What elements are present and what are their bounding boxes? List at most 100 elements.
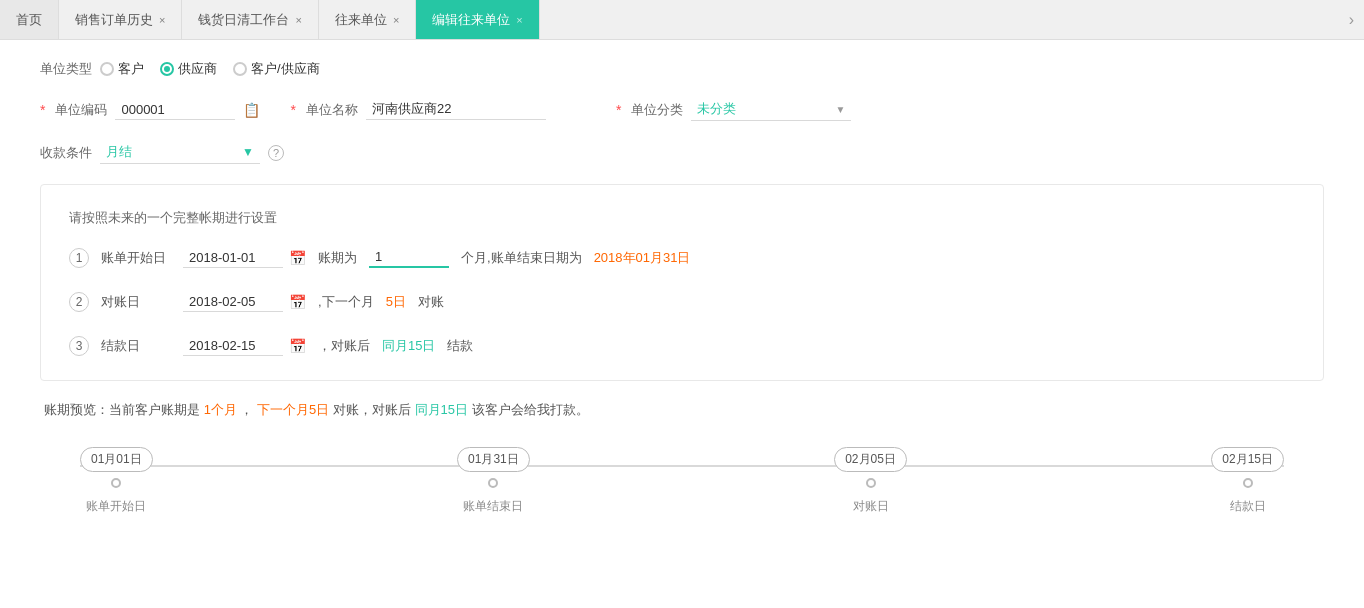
timeline-dot-1 bbox=[488, 478, 498, 488]
period-row-2: 2 对账日 📅 ,下一个月5日 对账 bbox=[69, 292, 1295, 312]
unit-code-field: * 单位编码 📋 bbox=[40, 100, 260, 120]
timeline-sublabel-3: 结款日 bbox=[1230, 498, 1266, 515]
payment-condition-value: 月结 bbox=[106, 143, 238, 161]
unit-category-required: * bbox=[616, 102, 621, 118]
preview-period-months: 1个月 bbox=[204, 402, 237, 417]
radio-supplier-label: 供应商 bbox=[178, 60, 217, 78]
period-label-3: 结款日 bbox=[101, 337, 171, 355]
payment-condition-field: 收款条件 月结 ▼ ? bbox=[40, 141, 284, 164]
unit-name-label: 单位名称 bbox=[306, 101, 358, 119]
help-icon[interactable]: ? bbox=[268, 145, 284, 161]
date-payment-icon[interactable]: 📅 bbox=[289, 338, 306, 354]
tab-sales-order-close[interactable]: × bbox=[159, 14, 165, 26]
period-label-1: 账单开始日 bbox=[101, 249, 171, 267]
date-reconcile-wrap: 📅 bbox=[183, 292, 306, 312]
timeline-point-3: 02月15日 结款日 bbox=[1211, 447, 1284, 515]
timeline-point-2: 02月05日 对账日 bbox=[834, 447, 907, 515]
period-row-1: 1 账单开始日 📅 账期为 个月,账单结束日期为 2018年01月31日 bbox=[69, 247, 1295, 268]
tab-bar: 首页 销售订单历史 × 钱货日清工作台 × 往来单位 × 编辑往来单位 × › bbox=[0, 0, 1364, 40]
timeline-sublabel-0: 账单开始日 bbox=[86, 498, 146, 515]
unit-category-field: * 单位分类 未分类 ▼ bbox=[616, 98, 851, 121]
radio-both-circle bbox=[233, 62, 247, 76]
unit-type-field: 单位类型 客户 供应商 客户/供应商 bbox=[40, 60, 320, 78]
unit-info-row: * 单位编码 📋 * 单位名称 * 单位分类 未分类 ▼ bbox=[40, 98, 1324, 121]
timeline-badge-2: 02月05日 bbox=[834, 447, 907, 472]
payment-condition-row: 收款条件 月结 ▼ ? bbox=[40, 141, 1324, 164]
unit-name-field: * 单位名称 bbox=[290, 100, 545, 120]
tab-partner-label: 往来单位 bbox=[335, 11, 387, 29]
payment-condition-select[interactable]: 月结 ▼ bbox=[100, 141, 260, 164]
timeline-point-0: 01月01日 账单开始日 bbox=[80, 447, 153, 515]
unit-code-required: * bbox=[40, 102, 45, 118]
period-reconcile-suffix: 对账 bbox=[418, 293, 444, 311]
unit-type-label: 单位类型 bbox=[40, 60, 92, 78]
tab-edit-partner-close[interactable]: × bbox=[516, 14, 522, 26]
timeline-badge-0: 01月01日 bbox=[80, 447, 153, 472]
months-input[interactable] bbox=[369, 247, 449, 268]
period-box: 请按照未来的一个完整帐期进行设置 1 账单开始日 📅 账期为 个月,账单结束日期… bbox=[40, 184, 1324, 381]
preview-middle2: 对账，对账后 bbox=[333, 402, 411, 417]
tab-partner-close[interactable]: × bbox=[393, 14, 399, 26]
preview-payment-day: 同月15日 bbox=[415, 402, 468, 417]
period-num-1: 1 bbox=[69, 248, 89, 268]
period-reconcile-day: 5日 bbox=[386, 293, 406, 311]
date-payment-input[interactable] bbox=[183, 336, 283, 356]
date-start-input[interactable] bbox=[183, 248, 283, 268]
tab-sales-order-label: 销售订单历史 bbox=[75, 11, 153, 29]
date-reconcile-input[interactable] bbox=[183, 292, 283, 312]
radio-both-label: 客户/供应商 bbox=[251, 60, 320, 78]
radio-customer[interactable]: 客户 bbox=[100, 60, 144, 78]
unit-code-input[interactable] bbox=[115, 100, 235, 120]
tab-cash-work-close[interactable]: × bbox=[295, 14, 301, 26]
tab-sales-order[interactable]: 销售订单历史 × bbox=[59, 0, 182, 39]
tab-partner[interactable]: 往来单位 × bbox=[319, 0, 416, 39]
radio-supplier[interactable]: 供应商 bbox=[160, 60, 217, 78]
period-months-suffix: 个月,账单结束日期为 bbox=[461, 249, 582, 267]
tab-expand-button[interactable]: › bbox=[1339, 0, 1364, 39]
payment-condition-label: 收款条件 bbox=[40, 144, 92, 162]
preview-prefix: 账期预览：当前客户账期是 bbox=[44, 402, 200, 417]
timeline-wrap: 01月01日 账单开始日 01月31日 账单结束日 02月05日 对账日 02月… bbox=[40, 447, 1324, 515]
period-months-prefix: 账期为 bbox=[318, 249, 357, 267]
timeline-dot-3 bbox=[1243, 478, 1253, 488]
unit-name-required: * bbox=[290, 102, 295, 118]
tab-cash-work-label: 钱货日清工作台 bbox=[198, 11, 289, 29]
tab-cash-work[interactable]: 钱货日清工作台 × bbox=[182, 0, 318, 39]
date-start-icon[interactable]: 📅 bbox=[289, 250, 306, 266]
period-label-2: 对账日 bbox=[101, 293, 171, 311]
preview-middle: ， bbox=[240, 402, 253, 417]
unit-category-value: 未分类 bbox=[697, 100, 831, 118]
unit-category-select[interactable]: 未分类 ▼ bbox=[691, 98, 851, 121]
tab-home[interactable]: 首页 bbox=[0, 0, 59, 39]
date-reconcile-icon[interactable]: 📅 bbox=[289, 294, 306, 310]
date-payment-wrap: 📅 bbox=[183, 336, 306, 356]
timeline-sublabel-1: 账单结束日 bbox=[463, 498, 523, 515]
radio-supplier-circle bbox=[160, 62, 174, 76]
preview-text: 账期预览：当前客户账期是 1个月 ， 下一个月5日 对账，对账后 同月15日 该… bbox=[40, 401, 1324, 419]
radio-both[interactable]: 客户/供应商 bbox=[233, 60, 320, 78]
unit-code-icon[interactable]: 📋 bbox=[243, 102, 260, 118]
main-content: 单位类型 客户 供应商 客户/供应商 * 单位编码 bbox=[0, 40, 1364, 608]
unit-category-arrow: ▼ bbox=[835, 104, 845, 115]
timeline-dot-0 bbox=[111, 478, 121, 488]
preview-reconcile-day: 下一个月5日 bbox=[257, 402, 329, 417]
period-end-date: 2018年01月31日 bbox=[594, 249, 691, 267]
date-start-wrap: 📅 bbox=[183, 248, 306, 268]
tab-edit-partner[interactable]: 编辑往来单位 × bbox=[416, 0, 539, 39]
timeline-point-1: 01月31日 账单结束日 bbox=[457, 447, 530, 515]
timeline-badge-1: 01月31日 bbox=[457, 447, 530, 472]
period-row-3: 3 结款日 📅 ，对账后 同月15日 结款 bbox=[69, 336, 1295, 356]
unit-category-label: 单位分类 bbox=[631, 101, 683, 119]
unit-name-input[interactable] bbox=[366, 100, 546, 120]
radio-group: 客户 供应商 客户/供应商 bbox=[100, 60, 320, 78]
tab-edit-partner-label: 编辑往来单位 bbox=[432, 11, 510, 29]
payment-condition-arrow: ▼ bbox=[242, 145, 254, 159]
period-payment-day: 同月15日 bbox=[382, 337, 435, 355]
unit-type-row: 单位类型 客户 供应商 客户/供应商 bbox=[40, 60, 1324, 78]
timeline-badge-3: 02月15日 bbox=[1211, 447, 1284, 472]
period-reconcile-prefix: ,下一个月 bbox=[318, 293, 374, 311]
period-payment-suffix: 结款 bbox=[447, 337, 473, 355]
radio-customer-circle bbox=[100, 62, 114, 76]
unit-code-label: 单位编码 bbox=[55, 101, 107, 119]
period-title: 请按照未来的一个完整帐期进行设置 bbox=[69, 209, 1295, 227]
